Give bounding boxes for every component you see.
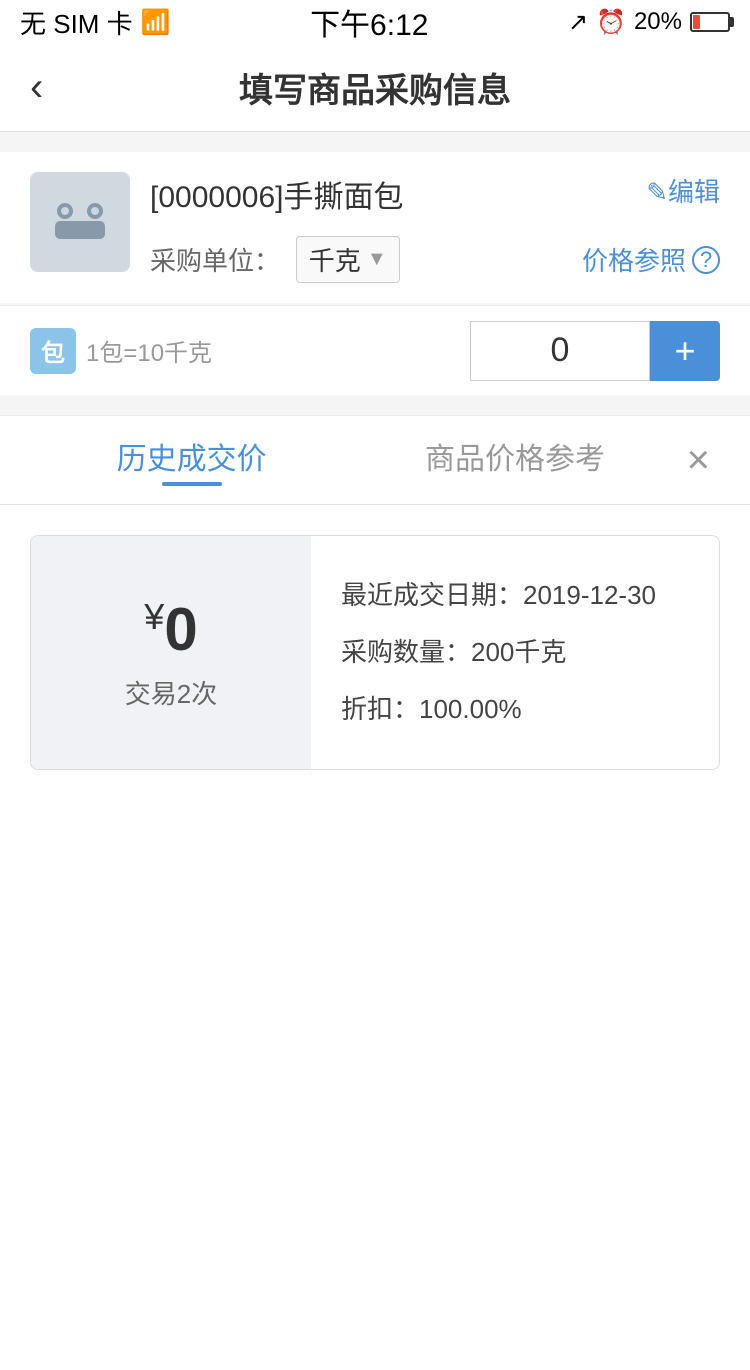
- transaction-price: ¥0: [144, 595, 197, 664]
- price-reference-button[interactable]: 价格参照 ?: [582, 241, 720, 278]
- status-right: ↗ ⏰ 20%: [568, 8, 730, 37]
- unit-select[interactable]: 千克 ▼: [296, 236, 400, 283]
- price-symbol: ¥: [144, 596, 164, 637]
- product-logo: [45, 183, 115, 262]
- sim-indicator: 无 SIM 卡: [20, 4, 133, 41]
- status-left: 无 SIM 卡 📶: [20, 4, 171, 41]
- close-button[interactable]: ×: [677, 428, 720, 493]
- location-icon: ↗: [568, 8, 588, 37]
- wifi-icon: 📶: [141, 8, 171, 37]
- price-ref-label: 价格参照: [582, 241, 686, 278]
- transaction-left: ¥0 交易2次: [31, 536, 311, 769]
- status-bar: 无 SIM 卡 📶 下午6:12 ↗ ⏰ 20%: [0, 0, 750, 44]
- quantity-input[interactable]: 0: [470, 321, 650, 381]
- battery-percent: 20%: [634, 8, 682, 36]
- tabs-section: 历史成交价 商品价格参考 × ¥0 交易2次 最近成交日期：2019-12-30…: [0, 415, 750, 770]
- bottom-space: [0, 770, 750, 1370]
- help-icon: ?: [692, 246, 720, 274]
- discount-value: 100.00%: [419, 694, 522, 724]
- product-unit-row: 采购单位： 千克 ▼ 价格参照 ?: [150, 236, 720, 283]
- quantity-conversion: 1包=10千克: [86, 333, 212, 368]
- transaction-discount: 折扣：100.00%: [341, 690, 689, 729]
- tab-price-reference[interactable]: 商品价格参考: [353, 434, 676, 486]
- quantity-detail-value: 200千克: [471, 637, 566, 667]
- tab-reference-label: 商品价格参考: [425, 443, 605, 476]
- product-section: [0000006]手撕面包 ✎编辑 采购单位： 千克 ▼ 价格参照 ?: [0, 152, 750, 303]
- quantity-section: 包 1包=10千克 0 +: [0, 305, 750, 395]
- tab-history-price[interactable]: 历史成交价: [30, 434, 353, 486]
- date-label: 最近成交日期：: [341, 580, 523, 610]
- dropdown-arrow-icon: ▼: [367, 248, 387, 271]
- tabs-divider: [0, 504, 750, 505]
- quantity-unit-badge: 包: [30, 328, 76, 374]
- transaction-date: 最近成交日期：2019-12-30: [341, 576, 689, 615]
- product-header: [0000006]手撕面包 ✎编辑: [150, 172, 720, 216]
- product-thumbnail: [30, 172, 130, 272]
- back-button[interactable]: ‹: [20, 55, 53, 120]
- battery-icon: [690, 12, 730, 32]
- transaction-count: 交易2次: [125, 674, 217, 711]
- alarm-icon: ⏰: [596, 8, 626, 37]
- product-info: [0000006]手撕面包 ✎编辑 采购单位： 千克 ▼ 价格参照 ?: [150, 172, 720, 283]
- quantity-plus-button[interactable]: +: [650, 321, 720, 381]
- status-time: 下午6:12: [310, 0, 428, 44]
- price-value: 0: [164, 596, 197, 663]
- unit-group: 采购单位： 千克 ▼: [150, 236, 400, 283]
- date-value: 2019-12-30: [523, 580, 656, 610]
- unit-value: 千克: [309, 241, 361, 278]
- discount-label: 折扣：: [341, 694, 419, 724]
- quantity-label-group: 包 1包=10千克: [30, 328, 212, 374]
- transaction-card: ¥0 交易2次 最近成交日期：2019-12-30 采购数量：200千克 折扣：…: [30, 535, 720, 770]
- unit-label: 采购单位：: [150, 246, 280, 276]
- nav-bar: ‹ 填写商品采购信息: [0, 44, 750, 132]
- edit-button[interactable]: ✎编辑: [646, 172, 720, 209]
- transaction-quantity: 采购数量：200千克: [341, 633, 689, 672]
- transaction-right: 最近成交日期：2019-12-30 采购数量：200千克 折扣：100.00%: [311, 536, 719, 769]
- quantity-label: 采购数量：: [341, 637, 471, 667]
- tab-history-label: 历史成交价: [117, 443, 267, 476]
- product-name: [0000006]手撕面包: [150, 172, 403, 216]
- quantity-control: 0 +: [470, 321, 720, 381]
- nav-title: 填写商品采购信息: [239, 63, 511, 112]
- tab-active-indicator: [162, 482, 222, 486]
- tabs-header: 历史成交价 商品价格参考 ×: [0, 416, 750, 504]
